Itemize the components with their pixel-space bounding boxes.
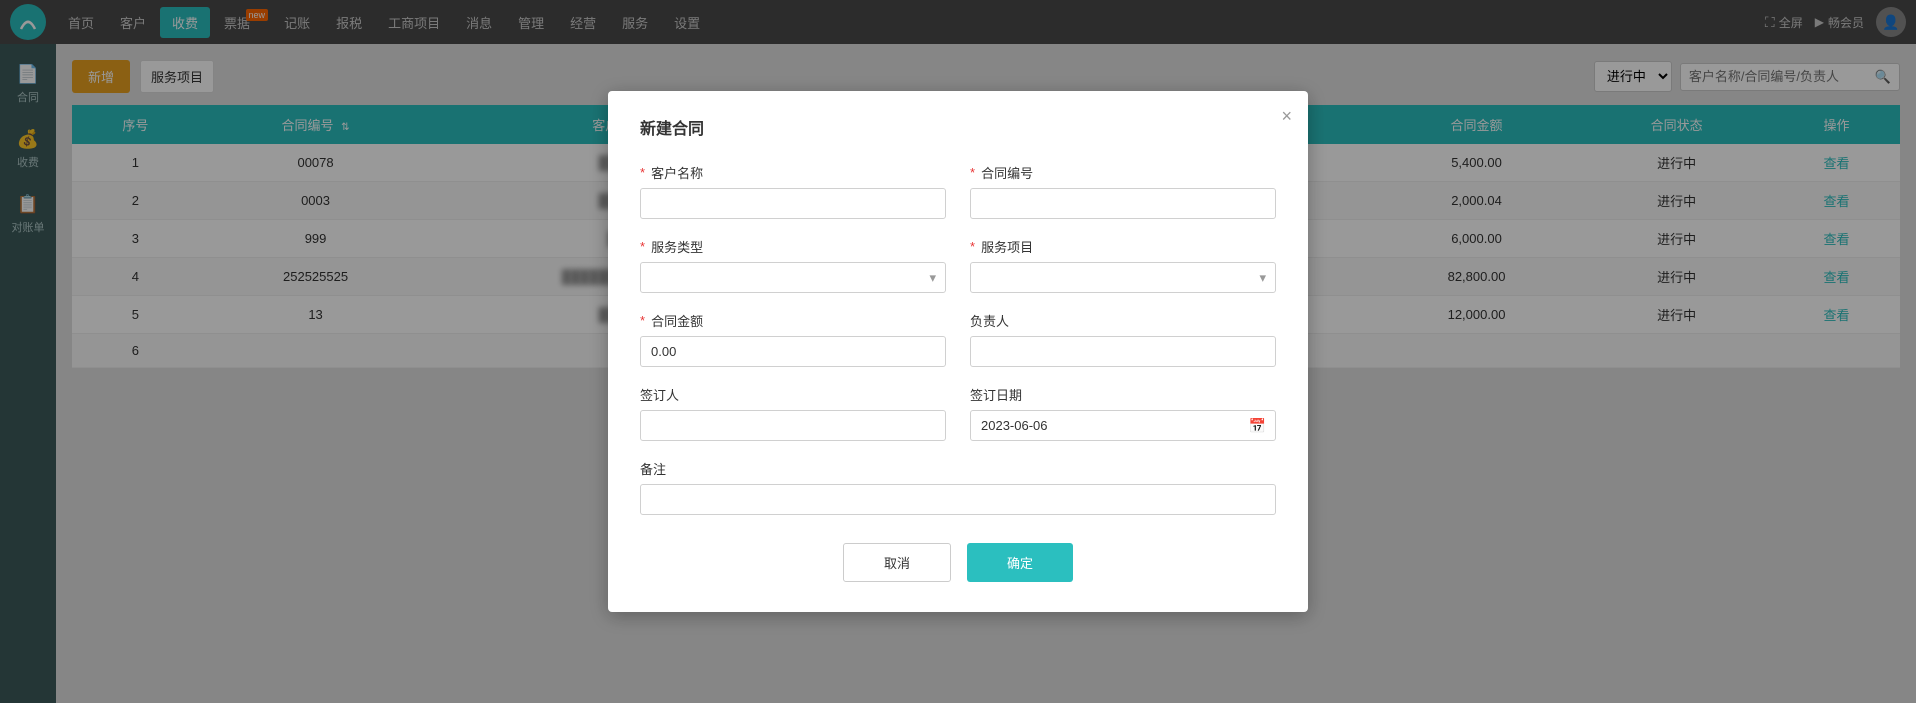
input-sign-date[interactable] — [970, 410, 1276, 441]
field-contract-no: * 合同编号 — [970, 163, 1276, 219]
input-signer[interactable] — [640, 410, 946, 441]
label-contract-no: * 合同编号 — [970, 163, 1276, 182]
service-item-wrapper — [970, 262, 1276, 293]
input-contract-no[interactable] — [970, 188, 1276, 219]
field-remarks: 备注 — [640, 459, 1276, 515]
cancel-button[interactable]: 取消 — [843, 543, 951, 582]
required-star2: * — [970, 165, 975, 180]
modal-footer: 取消 确定 — [640, 543, 1276, 582]
field-service-type: * 服务类型 — [640, 237, 946, 293]
field-contract-amount: * 合同金额 — [640, 311, 946, 367]
modal-form: * 客户名称 * 合同编号 * 服务类型 — [640, 163, 1276, 441]
input-customer-name[interactable] — [640, 188, 946, 219]
input-remarks[interactable] — [640, 484, 1276, 515]
label-sign-date: 签订日期 — [970, 385, 1276, 404]
modal-overlay[interactable]: × 新建合同 * 客户名称 * 合同编号 — [0, 0, 1916, 703]
modal-close-button[interactable]: × — [1281, 107, 1292, 125]
label-remarks: 备注 — [640, 459, 1276, 478]
new-contract-modal: × 新建合同 * 客户名称 * 合同编号 — [608, 91, 1308, 612]
required-star5: * — [640, 313, 645, 328]
label-signer: 签订人 — [640, 385, 946, 404]
field-sign-date: 签订日期 📅 — [970, 385, 1276, 441]
required-star4: * — [970, 239, 975, 254]
field-service-item: * 服务项目 — [970, 237, 1276, 293]
label-service-item: * 服务项目 — [970, 237, 1276, 256]
input-contract-amount[interactable] — [640, 336, 946, 367]
field-responsible-person: 负责人 — [970, 311, 1276, 367]
label-contract-amount: * 合同金额 — [640, 311, 946, 330]
required-star: * — [640, 165, 645, 180]
modal-title: 新建合同 — [640, 115, 1276, 139]
service-type-wrapper — [640, 262, 946, 293]
select-service-item[interactable] — [970, 262, 1276, 293]
required-star3: * — [640, 239, 645, 254]
sign-date-wrapper: 📅 — [970, 410, 1276, 441]
label-responsible-person: 负责人 — [970, 311, 1276, 330]
input-responsible-person[interactable] — [970, 336, 1276, 367]
select-service-type[interactable] — [640, 262, 946, 293]
field-signer: 签订人 — [640, 385, 946, 441]
confirm-button[interactable]: 确定 — [967, 543, 1073, 582]
label-service-type: * 服务类型 — [640, 237, 946, 256]
label-customer-name: * 客户名称 — [640, 163, 946, 182]
field-customer-name: * 客户名称 — [640, 163, 946, 219]
